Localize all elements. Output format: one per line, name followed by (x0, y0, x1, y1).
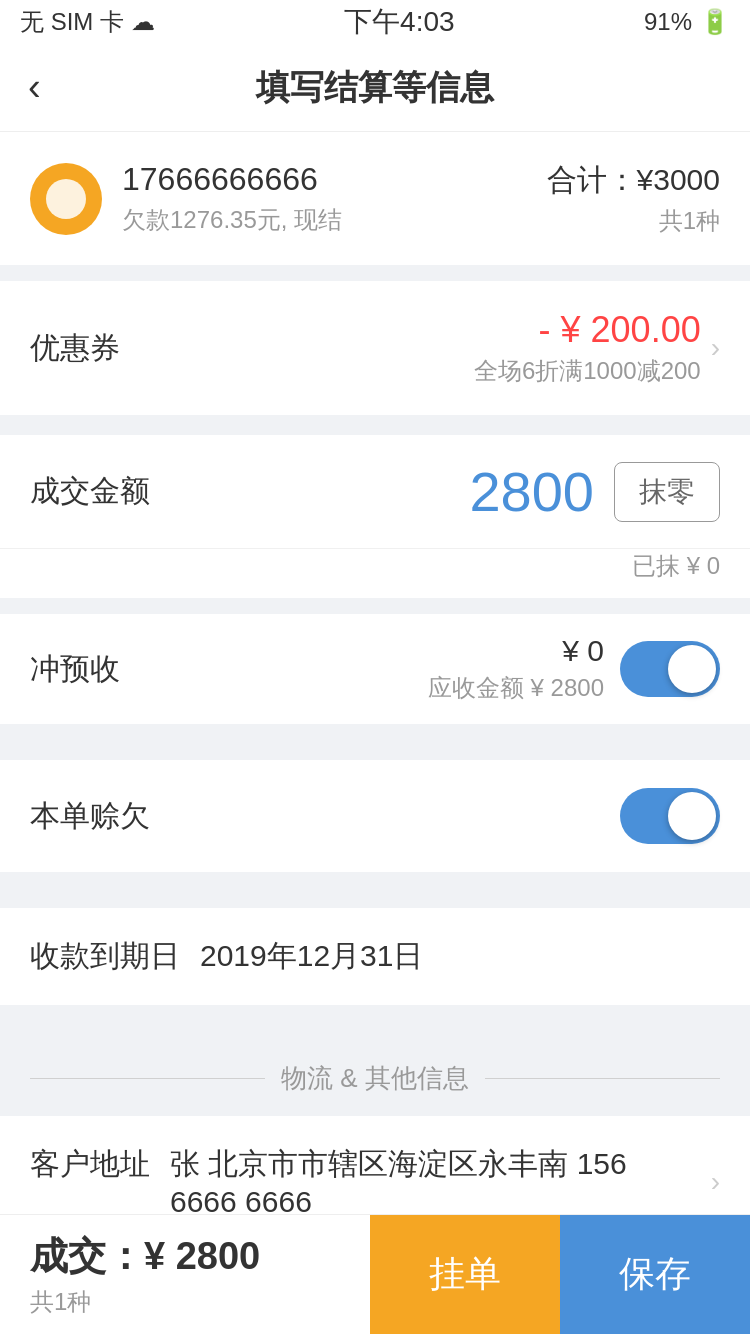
coupon-desc: 全场6折满1000减200 (474, 355, 701, 387)
precharge-toggle[interactable] (620, 641, 720, 697)
date-row: 收款到期日 2019年12月31日 (0, 908, 750, 1005)
credit-row: 本单赊欠 (0, 760, 750, 872)
divider-line-left (30, 1078, 265, 1079)
address-label: 客户地址 (30, 1144, 150, 1185)
customer-left: 17666666666 欠款1276.35元, 现结 (30, 161, 342, 236)
deal-sub: 已抹 ¥ 0 (632, 552, 720, 579)
avatar-icon (46, 179, 86, 219)
total-count: 共1种 (547, 205, 720, 237)
precharge-amount: ¥ 0 (428, 634, 604, 668)
battery-icon: 🔋 (700, 8, 730, 36)
date-section: 收款到期日 2019年12月31日 (0, 908, 750, 1005)
nav-bar: ‹ 填写结算等信息 (0, 44, 750, 132)
customer-right: 合计：¥3000 共1种 (547, 160, 720, 237)
amount-label: 成交金额 (30, 471, 150, 512)
status-time: 下午4:03 (344, 3, 455, 41)
round-button[interactable]: 抹零 (614, 462, 720, 522)
toggle-knob (668, 645, 716, 693)
coupon-discount: - ¥ 200.00 (539, 309, 701, 351)
customer-info: 17666666666 欠款1276.35元, 现结 (122, 161, 342, 236)
status-bar: 无 SIM 卡 ☁ 下午4:03 91% 🔋 (0, 0, 750, 44)
coupon-value: - ¥ 200.00 全场6折满1000减200 (474, 309, 701, 387)
coupon-chevron-icon: › (711, 332, 720, 364)
logistics-divider: 物流 & 其他信息 (0, 1041, 750, 1116)
credit-section: 本单赊欠 (0, 760, 750, 872)
coupon-row[interactable]: 优惠券 - ¥ 200.00 全场6折满1000减200 › (0, 281, 750, 415)
precharge-receivable: 应收金额 ¥ 2800 (428, 672, 604, 704)
amount-section: 成交金额 2800 抹零 已抹 ¥ 0 (0, 435, 750, 598)
precharge-values: ¥ 0 应收金额 ¥ 2800 (428, 634, 604, 704)
save-button[interactable]: 保存 (560, 1215, 750, 1335)
section-divider-3 (0, 888, 750, 908)
pending-button[interactable]: 挂单 (370, 1215, 560, 1335)
divider-line-right (485, 1078, 720, 1079)
date-value: 2019年12月31日 (200, 936, 423, 977)
customer-debt: 欠款1276.35元, 现结 (122, 204, 342, 236)
amount-row: 成交金额 2800 抹零 (0, 435, 750, 549)
section-divider-2 (0, 740, 750, 760)
bottom-deal-label: 成交：¥ 2800 (30, 1231, 340, 1282)
credit-toggle[interactable] (620, 788, 720, 844)
bottom-summary: 成交：¥ 2800 共1种 (0, 1231, 370, 1318)
sim-text: 无 SIM 卡 ☁ (20, 6, 155, 38)
bottom-deal-text: 成交： (30, 1235, 144, 1277)
status-right: 91% 🔋 (644, 8, 730, 36)
credit-toggle-knob (668, 792, 716, 840)
total-amount: 合计：¥3000 (547, 160, 720, 201)
bottom-deal-amount: ¥ 2800 (144, 1235, 260, 1277)
page-title: 填写结算等信息 (256, 65, 494, 111)
back-button[interactable]: ‹ (28, 66, 41, 109)
section-divider-4 (0, 1021, 750, 1041)
content-area: 17666666666 欠款1276.35元, 现结 合计：¥3000 共1种 … (0, 132, 750, 1334)
precharge-label: 冲预收 (30, 649, 120, 690)
amount-right: 2800 抹零 (469, 459, 720, 524)
battery-text: 91% (644, 8, 692, 36)
customer-card: 17666666666 欠款1276.35元, 现结 合计：¥3000 共1种 (0, 132, 750, 265)
bottom-count: 共1种 (30, 1286, 340, 1318)
status-left: 无 SIM 卡 ☁ (20, 6, 155, 38)
precharge-row: 冲预收 ¥ 0 应收金额 ¥ 2800 (0, 614, 750, 724)
date-label: 收款到期日 (30, 936, 180, 977)
section-divider-1 (0, 415, 750, 435)
precharge-right: ¥ 0 应收金额 ¥ 2800 (428, 634, 720, 704)
deal-value: 2800 (469, 459, 594, 524)
address-chevron-icon: › (711, 1166, 720, 1198)
credit-label: 本单赊欠 (30, 796, 150, 837)
address-value: 张 北京市市辖区海淀区永丰南 156 6666 6666 (170, 1144, 691, 1219)
logistics-label: 物流 & 其他信息 (281, 1061, 469, 1096)
bottom-bar: 成交：¥ 2800 共1种 挂单 保存 (0, 1214, 750, 1334)
customer-phone: 17666666666 (122, 161, 342, 198)
avatar (30, 163, 102, 235)
coupon-label: 优惠券 (30, 328, 120, 369)
